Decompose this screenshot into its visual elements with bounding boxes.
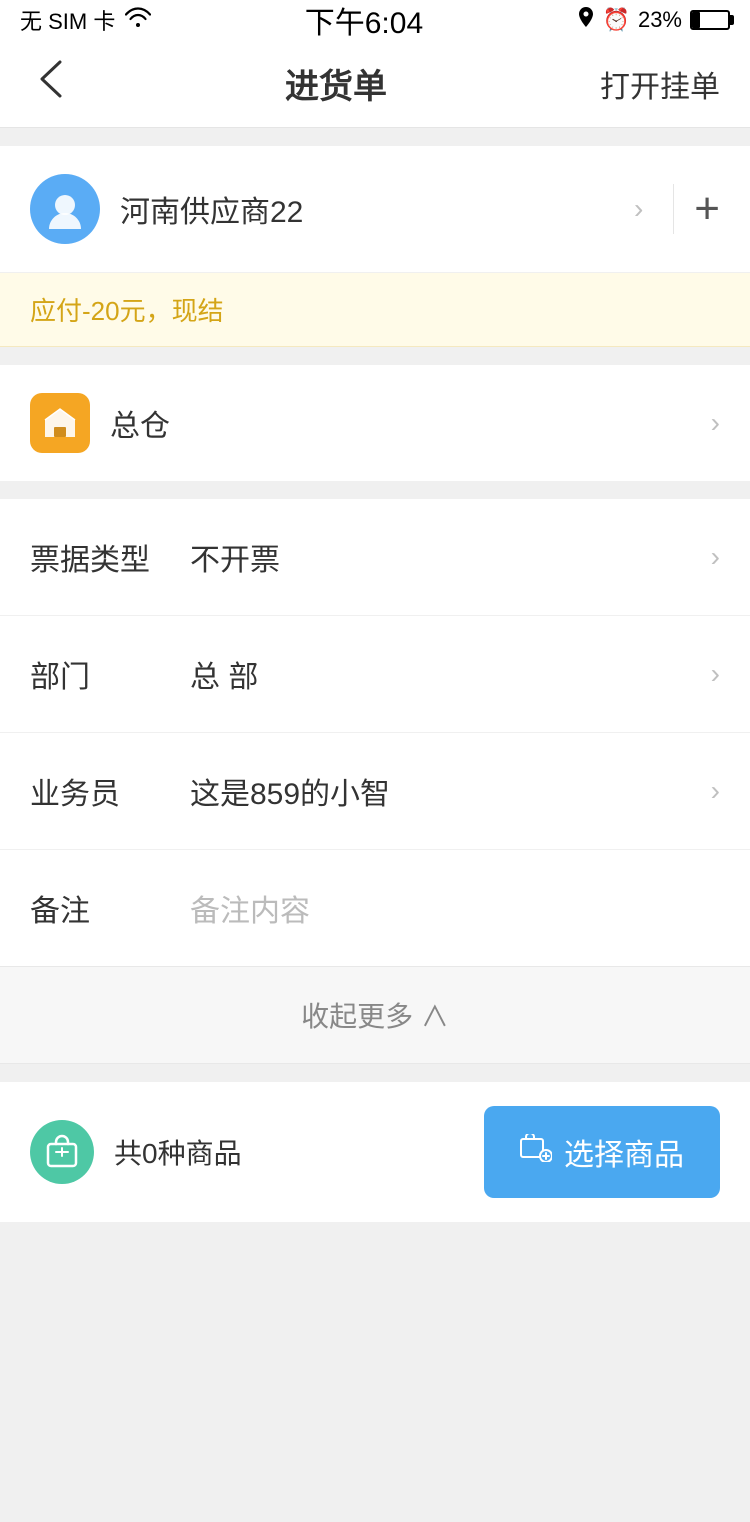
select-product-button[interactable]: 选择商品 xyxy=(484,1106,720,1198)
section-gap-3 xyxy=(0,481,750,499)
open-pending-button[interactable]: 打开挂单 xyxy=(600,62,720,106)
warehouse-icon xyxy=(30,393,90,453)
product-bar: 共0种商品 选择商品 xyxy=(0,1082,750,1222)
remark-row[interactable]: 备注 备注内容 xyxy=(0,850,750,966)
sales-value: 这是859的小智 xyxy=(170,769,711,813)
product-count: 共0种商品 xyxy=(114,1132,484,1172)
section-gap-2 xyxy=(0,347,750,365)
select-product-icon xyxy=(520,1134,552,1170)
warehouse-card: 总仓 › xyxy=(0,365,750,481)
supplier-chevron-icon: › xyxy=(634,193,643,225)
wifi-icon xyxy=(125,7,151,33)
carrier-label: 无 SIM 卡 xyxy=(20,4,115,36)
remark-label: 备注 xyxy=(30,886,170,930)
status-left: 无 SIM 卡 xyxy=(20,4,151,36)
supplier-avatar xyxy=(30,174,100,244)
page-background xyxy=(0,1222,750,1522)
dept-chevron-icon: › xyxy=(711,658,720,690)
back-button[interactable] xyxy=(30,50,72,117)
notice-text: 应付-20元，现结 xyxy=(30,296,224,326)
invoice-label: 票据类型 xyxy=(30,535,170,579)
page-title: 进货单 xyxy=(285,59,387,108)
supplier-card: 河南供应商22 › + 应付-20元，现结 xyxy=(0,146,750,347)
invoice-chevron-icon: › xyxy=(711,541,720,573)
dept-value: 总 部 xyxy=(170,652,711,696)
sales-label: 业务员 xyxy=(30,769,170,813)
section-gap-1 xyxy=(0,128,750,146)
warehouse-name: 总仓 xyxy=(110,401,711,445)
nav-bar: 进货单 打开挂单 xyxy=(0,40,750,128)
warehouse-row[interactable]: 总仓 › xyxy=(0,365,750,481)
supplier-row[interactable]: 河南供应商22 › + xyxy=(0,146,750,273)
alarm-icon: ⏰ xyxy=(603,7,630,33)
status-time: 下午6:04 xyxy=(305,0,423,42)
status-bar: 无 SIM 卡 下午6:04 ⏰ 23% xyxy=(0,0,750,40)
battery-percent: 23% xyxy=(638,7,682,33)
product-icon xyxy=(30,1120,94,1184)
location-icon xyxy=(577,7,595,33)
battery-icon xyxy=(690,10,730,30)
invoice-value: 不开票 xyxy=(170,535,711,579)
dept-label: 部门 xyxy=(30,652,170,696)
collapse-toggle-button[interactable]: 收起更多 ∧ xyxy=(0,966,750,1064)
remark-input[interactable]: 备注内容 xyxy=(170,886,720,930)
supplier-name: 河南供应商22 xyxy=(120,187,634,231)
form-section: 票据类型 不开票 › 部门 总 部 › 业务员 这是859的小智 › 备注 备注… xyxy=(0,499,750,966)
sales-row[interactable]: 业务员 这是859的小智 › xyxy=(0,733,750,850)
sales-chevron-icon: › xyxy=(711,775,720,807)
select-product-label: 选择商品 xyxy=(564,1130,684,1174)
status-right: ⏰ 23% xyxy=(577,7,730,33)
warehouse-chevron-icon: › xyxy=(711,407,720,439)
department-row[interactable]: 部门 总 部 › xyxy=(0,616,750,733)
add-supplier-button[interactable]: + xyxy=(673,184,720,234)
notice-banner: 应付-20元，现结 xyxy=(0,273,750,347)
invoice-row[interactable]: 票据类型 不开票 › xyxy=(0,499,750,616)
